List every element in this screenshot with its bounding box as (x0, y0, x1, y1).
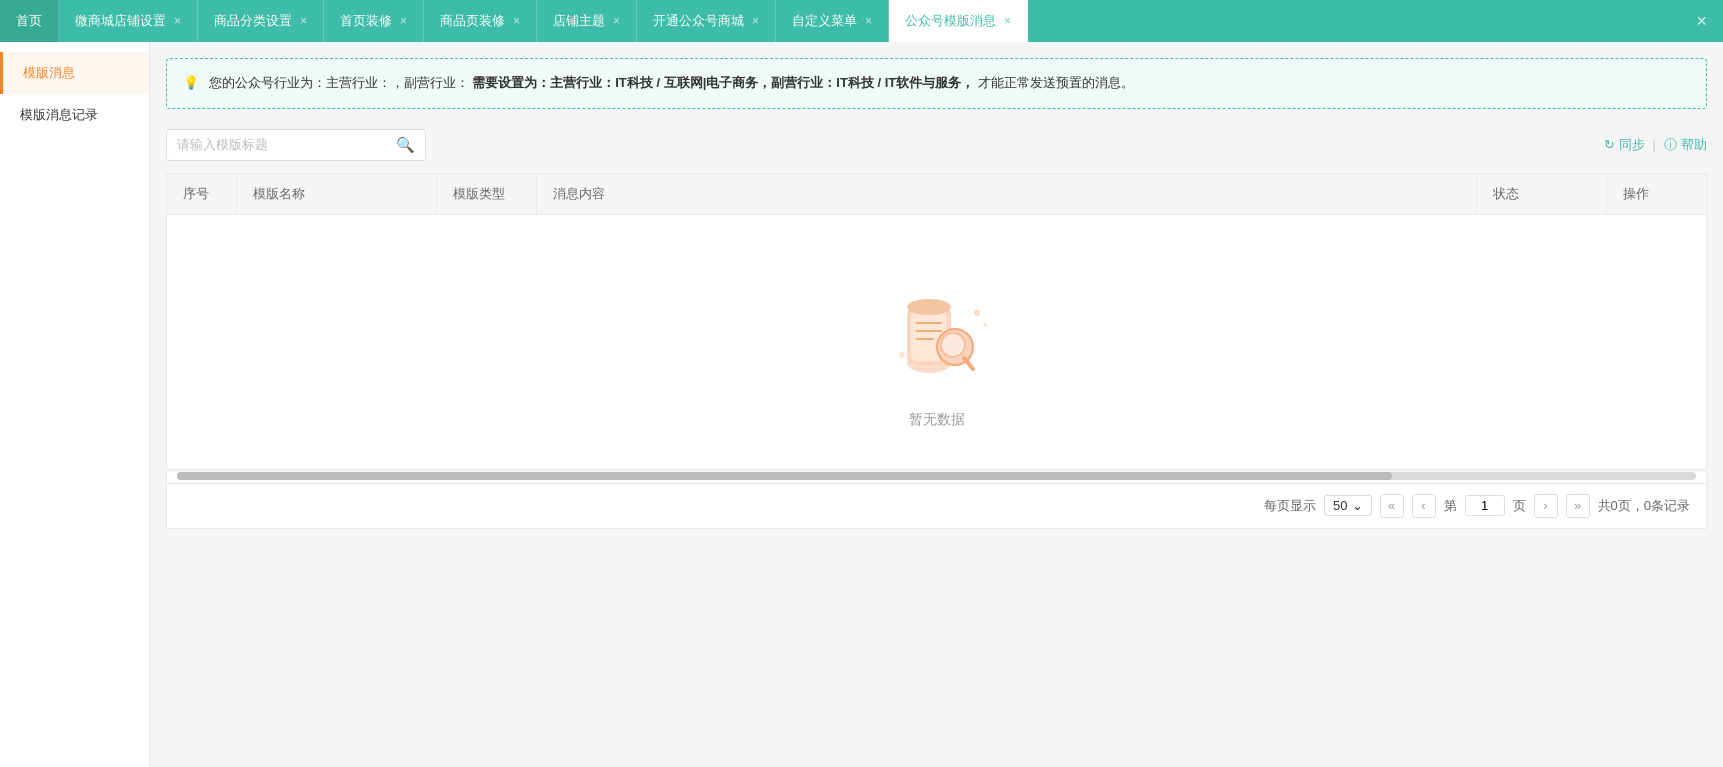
col-index: 序号 (167, 173, 237, 214)
tab-home-decor-label: 首页装修 (340, 12, 392, 30)
svg-point-10 (974, 310, 980, 316)
tab-home[interactable]: 首页 (0, 0, 59, 42)
search-icon[interactable]: 🔍 (396, 136, 415, 154)
tab-template-message-label: 公众号模版消息 (905, 12, 996, 30)
pagination-total: 共0页，0条记录 (1598, 497, 1690, 515)
tab-home-decor[interactable]: 首页装修 × (324, 0, 424, 42)
help-icon: ⓘ (1664, 136, 1677, 154)
svg-point-6 (907, 299, 951, 315)
notice-suffix: 才能正常发送预置的消息。 (978, 75, 1134, 90)
tab-product-category[interactable]: 商品分类设置 × (198, 0, 324, 42)
toolbar-divider: | (1653, 137, 1656, 152)
scrollbar-track (177, 472, 1696, 480)
sync-icon: ↻ (1604, 137, 1615, 152)
sidebar-item-template-msg[interactable]: 模版消息 (0, 52, 149, 94)
tab-open-mall[interactable]: 开通公众号商城 × (637, 0, 776, 42)
table-empty-row: 暂无数据 (167, 214, 1707, 469)
col-actions: 操作 (1607, 173, 1707, 214)
page-number-input[interactable] (1465, 495, 1505, 516)
table-header-row: 序号 模版名称 模版类型 消息内容 状态 操作 (167, 173, 1707, 214)
tab-open-mall-close[interactable]: × (752, 14, 759, 28)
tab-micro-store-close[interactable]: × (174, 14, 181, 28)
notice-icon: 💡 (183, 75, 199, 90)
col-status: 状态 (1477, 173, 1607, 214)
tab-template-message[interactable]: 公众号模版消息 × (889, 0, 1028, 42)
empty-state: 暂无数据 (167, 215, 1706, 469)
tab-custom-menu-label: 自定义菜单 (792, 12, 857, 30)
page-unit-text: 页 (1513, 497, 1526, 515)
tab-product-category-close[interactable]: × (300, 14, 307, 28)
tab-store-theme[interactable]: 店铺主题 × (537, 0, 637, 42)
scrollbar-thumb[interactable] (177, 472, 1392, 480)
col-name: 模版名称 (237, 173, 437, 214)
tab-home-decor-close[interactable]: × (400, 14, 407, 28)
svg-point-12 (899, 352, 905, 358)
empty-illustration (877, 275, 997, 395)
tab-home-label: 首页 (16, 12, 42, 30)
tab-micro-store-label: 微商城店铺设置 (75, 12, 166, 30)
page-size-value: 50 (1333, 498, 1347, 513)
tab-template-message-close[interactable]: × (1004, 14, 1011, 28)
tab-product-category-label: 商品分类设置 (214, 12, 292, 30)
sidebar: 模版消息 模版消息记录 (0, 42, 150, 767)
tab-bar: 首页 微商城店铺设置 × 商品分类设置 × 首页装修 × 商品页装修 × 店铺主… (0, 0, 1723, 42)
tab-micro-store[interactable]: 微商城店铺设置 × (59, 0, 198, 42)
window-close-button[interactable]: × (1680, 11, 1723, 32)
page-size-dropdown-icon: ⌄ (1352, 498, 1363, 513)
page-size-select[interactable]: 50 ⌄ (1324, 495, 1371, 516)
notice-box: 💡 您的公众号行业为：主营行业：，副营行业： 需要设置为：主营行业：IT科技 /… (166, 58, 1707, 109)
tab-product-decor-label: 商品页装修 (440, 12, 505, 30)
search-bar: 🔍 ↻ 同步 | ⓘ 帮助 (166, 129, 1707, 161)
pagination-bar: 每页显示 50 ⌄ « ‹ 第 页 › » 共0页，0条记录 (166, 484, 1707, 529)
pagination-first-button[interactable]: « (1380, 494, 1404, 518)
sync-label: 同步 (1619, 136, 1645, 154)
content-area: 💡 您的公众号行业为：主营行业：，副营行业： 需要设置为：主营行业：IT科技 /… (150, 42, 1723, 767)
page-size-label: 每页显示 (1264, 497, 1316, 515)
tab-custom-menu[interactable]: 自定义菜单 × (776, 0, 889, 42)
sidebar-item-template-msg-label: 模版消息 (23, 65, 75, 80)
sidebar-item-template-record[interactable]: 模版消息记录 (0, 94, 149, 136)
page-label-text: 第 (1444, 497, 1457, 515)
notice-highlight: 需要设置为：主营行业：IT科技 / 互联网|电子商务，副营行业：IT科技 / I… (472, 75, 974, 90)
search-input[interactable] (177, 137, 396, 152)
svg-point-8 (941, 333, 965, 357)
help-button[interactable]: ⓘ 帮助 (1664, 136, 1707, 154)
pagination-last-button[interactable]: » (1566, 494, 1590, 518)
data-table: 序号 模版名称 模版类型 消息内容 状态 操作 (166, 173, 1707, 470)
sync-button[interactable]: ↻ 同步 (1604, 136, 1645, 154)
toolbar-right: ↻ 同步 | ⓘ 帮助 (1604, 136, 1707, 154)
col-content: 消息内容 (537, 173, 1477, 214)
tab-product-decor[interactable]: 商品页装修 × (424, 0, 537, 42)
pagination-prev-button[interactable]: ‹ (1412, 494, 1436, 518)
help-label: 帮助 (1681, 136, 1707, 154)
tab-store-theme-label: 店铺主题 (553, 12, 605, 30)
tab-store-theme-close[interactable]: × (613, 14, 620, 28)
tab-open-mall-label: 开通公众号商城 (653, 12, 744, 30)
notice-prefix: 您的公众号行业为：主营行业：，副营行业： (209, 75, 469, 90)
search-input-wrap[interactable]: 🔍 (166, 129, 426, 161)
pagination-next-button[interactable]: › (1534, 494, 1558, 518)
main-layout: 模版消息 模版消息记录 💡 您的公众号行业为：主营行业：，副营行业： 需要设置为… (0, 42, 1723, 767)
horizontal-scrollbar[interactable] (166, 472, 1707, 484)
svg-point-11 (983, 323, 987, 327)
empty-text: 暂无数据 (909, 411, 965, 429)
tab-custom-menu-close[interactable]: × (865, 14, 872, 28)
tab-product-decor-close[interactable]: × (513, 14, 520, 28)
sidebar-item-template-record-label: 模版消息记录 (20, 107, 98, 122)
col-type: 模版类型 (437, 173, 537, 214)
